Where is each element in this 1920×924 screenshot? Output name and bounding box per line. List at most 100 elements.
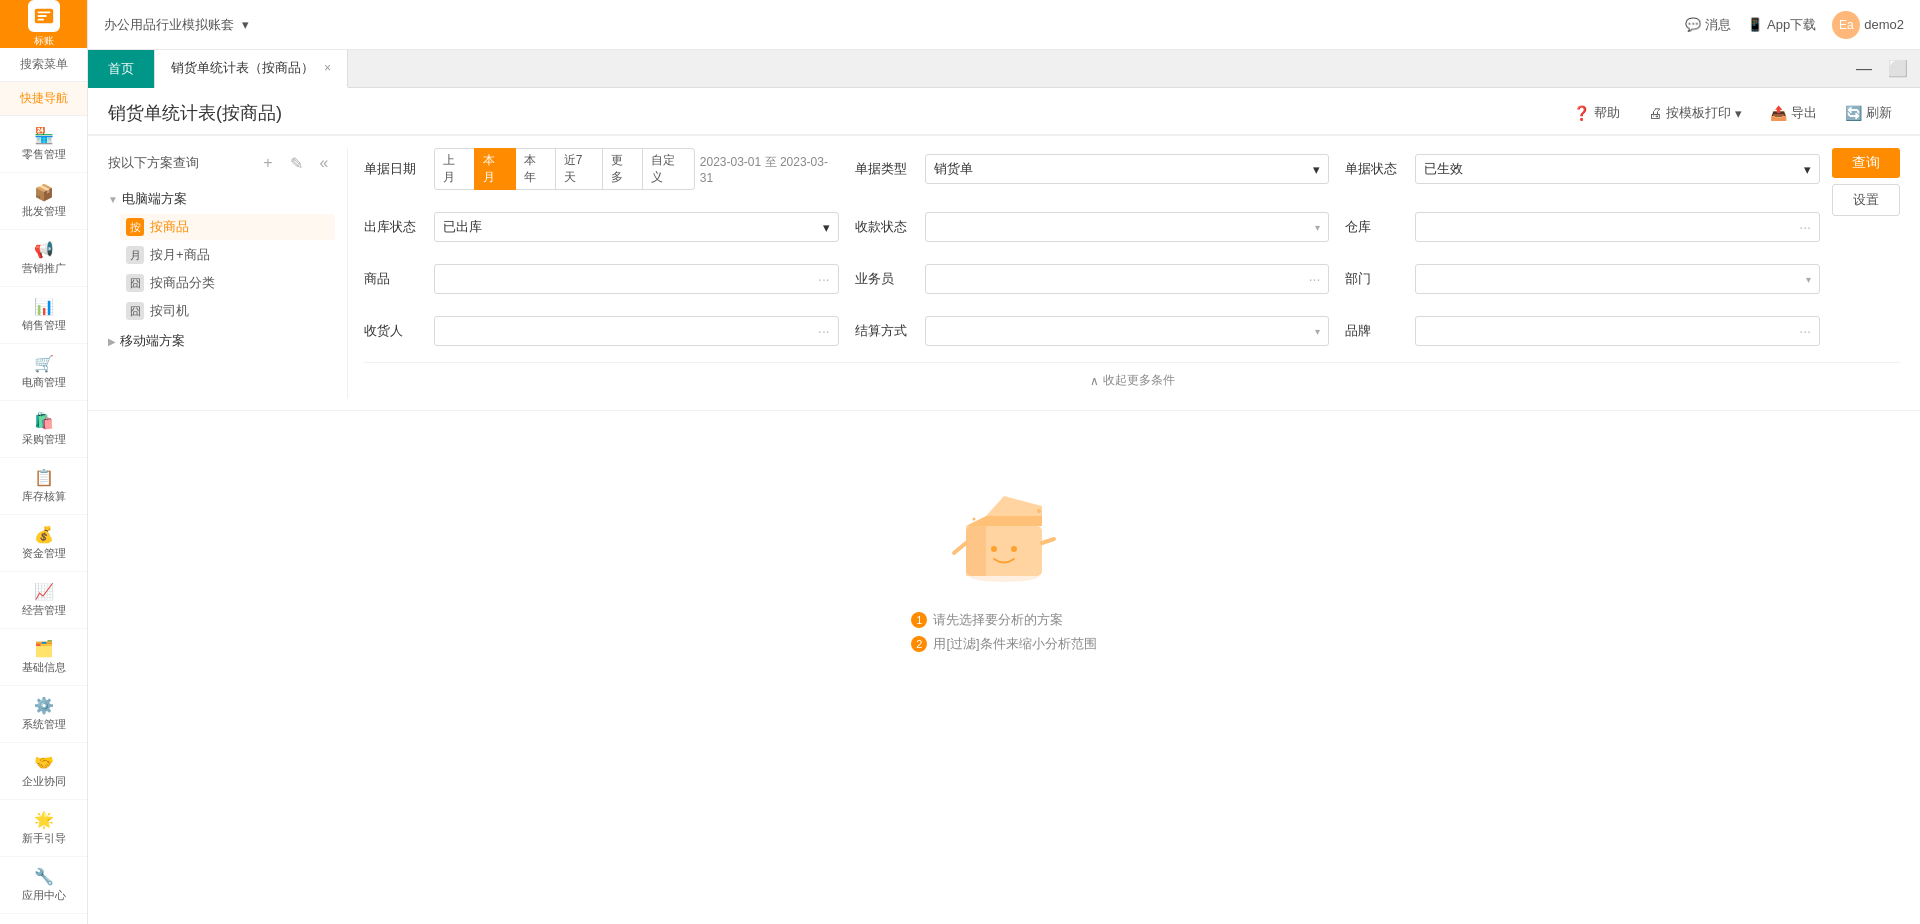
receiver-dots-icon[interactable]: ··· bbox=[818, 323, 830, 339]
doc-status-label: 单据状态 bbox=[1345, 160, 1415, 178]
payment-input[interactable]: ▾ bbox=[925, 316, 1330, 346]
message-btn[interactable]: 💬 消息 bbox=[1685, 16, 1731, 34]
brand-input[interactable]: ··· bbox=[1415, 316, 1820, 346]
logo-area[interactable]: 标账 bbox=[0, 0, 87, 48]
sidebar-item-8[interactable]: 📈经营管理 bbox=[0, 572, 87, 629]
filter-layout: 按以下方案查询 + ✎ « ▼ 电脑端方案 bbox=[108, 148, 1900, 398]
filter-item-doc-type: 单据类型 销货单 ▾ bbox=[855, 154, 1330, 184]
left-panel-title: 按以下方案查询 bbox=[108, 154, 199, 172]
sidebar-item-icon-4: 🛒 bbox=[34, 354, 54, 373]
plan-section-desktop-header[interactable]: ▼ 电脑端方案 bbox=[108, 186, 335, 212]
user-area[interactable]: Ea demo2 bbox=[1832, 11, 1904, 39]
date-tab-7days[interactable]: 近7天 bbox=[555, 148, 603, 190]
sidebar-item-icon-10: ⚙️ bbox=[34, 696, 54, 715]
refresh-label: 刷新 bbox=[1866, 104, 1892, 122]
print-dropdown-icon[interactable]: ▾ bbox=[1735, 106, 1742, 121]
help-btn[interactable]: ❓ 帮助 bbox=[1565, 100, 1628, 126]
filter-row-4: 收货人 ··· bbox=[364, 316, 1820, 346]
filter-item-receipt-status: 收款状态 ▾ bbox=[855, 212, 1330, 242]
sidebar-item-3[interactable]: 📊 销售管理 bbox=[0, 287, 87, 344]
app-download-btn[interactable]: 📱 App下载 bbox=[1747, 16, 1816, 34]
out-status-dropdown-icon: ▾ bbox=[823, 220, 830, 235]
sidebar-item-13[interactable]: 🔧应用中心 bbox=[0, 857, 87, 914]
salesperson-dots-icon[interactable]: ··· bbox=[1309, 271, 1321, 287]
tab-active[interactable]: 销货单统计表（按商品） × bbox=[155, 50, 348, 88]
sidebar-item-9[interactable]: 🗂️基础信息 bbox=[0, 629, 87, 686]
user-name: demo2 bbox=[1864, 17, 1904, 32]
doc-type-select[interactable]: 销货单 ▾ bbox=[925, 154, 1330, 184]
warehouse-dots-icon[interactable]: ··· bbox=[1799, 219, 1811, 235]
date-tab-this-month[interactable]: 本月 bbox=[474, 148, 515, 190]
edit-plan-icon[interactable]: ✎ bbox=[285, 152, 307, 174]
hint-text-2: 用[过滤]条件来缩小分析范围 bbox=[933, 635, 1096, 653]
plan-item-label: 按商品分类 bbox=[150, 274, 215, 292]
export-btn[interactable]: 📤 导出 bbox=[1762, 100, 1825, 126]
plan-item-by-category[interactable]: 囧 按商品分类 bbox=[120, 270, 335, 296]
quick-nav[interactable]: 快捷导航 bbox=[0, 82, 87, 116]
filter-item-department: 部门 ▾ bbox=[1345, 264, 1820, 294]
sidebar-item-4[interactable]: 🛒 电商管理 bbox=[0, 344, 87, 401]
date-tabs: 上月 本月 本年 近7天 更多 自定义 bbox=[434, 148, 694, 190]
collapse-panel-icon[interactable]: « bbox=[313, 152, 335, 174]
doc-type-label: 单据类型 bbox=[855, 160, 925, 178]
sidebar-item-label-4: 电商管理 bbox=[22, 375, 66, 390]
sidebar-item-12[interactable]: 🌟新手引导 bbox=[0, 800, 87, 857]
salesperson-input[interactable]: ··· bbox=[925, 264, 1330, 294]
goods-label: 商品 bbox=[364, 270, 434, 288]
goods-dots-icon[interactable]: ··· bbox=[818, 271, 830, 287]
doc-status-select[interactable]: 已生效 ▾ bbox=[1415, 154, 1820, 184]
sidebar-item-2[interactable]: 📢营销推广 bbox=[0, 230, 87, 287]
sidebar-item-icon-3: 📊 bbox=[34, 297, 54, 316]
tab-minimize-icon[interactable]: — bbox=[1850, 55, 1878, 83]
sidebar-item-7[interactable]: 💰资金管理 bbox=[0, 515, 87, 572]
out-status-select[interactable]: 已出库 ▾ bbox=[434, 212, 839, 242]
sidebar-item-14[interactable]: 💬企业微信 bbox=[0, 914, 87, 924]
brand-dots-icon[interactable]: ··· bbox=[1799, 323, 1811, 339]
dropdown-arrow-icon[interactable]: ▾ bbox=[242, 17, 249, 32]
date-tab-this-year[interactable]: 本年 bbox=[515, 148, 556, 190]
receiver-input[interactable]: ··· bbox=[434, 316, 839, 346]
plan-item-by-driver[interactable]: 囧 按司机 bbox=[120, 298, 335, 324]
sidebar-item-10[interactable]: ⚙️系统管理 bbox=[0, 686, 87, 743]
topbar-left[interactable]: 办公用品行业模拟账套 ▾ bbox=[104, 16, 249, 34]
section-arrow-icon: ▼ bbox=[108, 194, 118, 205]
warehouse-input[interactable]: ··· bbox=[1415, 212, 1820, 242]
tab-home[interactable]: 首页 bbox=[88, 50, 155, 88]
tab-restore-icon[interactable]: ⬜ bbox=[1884, 55, 1912, 83]
plan-item-by-month-goods[interactable]: 月 按月+商品 bbox=[120, 242, 335, 268]
sidebar-item-label-3: 销售管理 bbox=[22, 318, 66, 333]
settings-button[interactable]: 设置 bbox=[1832, 184, 1900, 216]
sidebar-item-5[interactable]: 🛍️采购管理 bbox=[0, 401, 87, 458]
department-input[interactable]: ▾ bbox=[1415, 264, 1820, 294]
plan-section-mobile: ▶ 移动端方案 bbox=[108, 328, 335, 354]
receipt-status-input[interactable]: ▾ bbox=[925, 212, 1330, 242]
sidebar-item-11[interactable]: 🤝企业协同 bbox=[0, 743, 87, 800]
tab-close-icon[interactable]: × bbox=[324, 61, 331, 75]
sidebar-search[interactable]: 搜索菜单 bbox=[0, 48, 87, 82]
section-label: 移动端方案 bbox=[120, 332, 185, 350]
date-tab-custom[interactable]: 自定义 bbox=[642, 148, 695, 190]
svg-point-8 bbox=[1011, 546, 1017, 552]
doc-type-control: 销货单 ▾ bbox=[925, 154, 1330, 184]
template-print-btn[interactable]: 🖨 按模板打印 ▾ bbox=[1640, 100, 1750, 126]
search-menu-label[interactable]: 搜索菜单 bbox=[20, 57, 68, 71]
sidebar-item-6[interactable]: 📋库存核算 bbox=[0, 458, 87, 515]
filter-item-goods: 商品 ··· bbox=[364, 264, 839, 294]
query-button[interactable]: 查询 bbox=[1832, 148, 1900, 178]
out-status-control: 已出库 ▾ bbox=[434, 212, 839, 242]
date-tab-last-month[interactable]: 上月 bbox=[434, 148, 475, 190]
sidebar-item-1[interactable]: 📦批发管理 bbox=[0, 173, 87, 230]
sidebar-item-0[interactable]: 🏪零售管理 bbox=[0, 116, 87, 173]
plan-section-mobile-header[interactable]: ▶ 移动端方案 bbox=[108, 328, 335, 354]
sidebar-item-icon-0: 🏪 bbox=[34, 126, 54, 145]
goods-input[interactable]: ··· bbox=[434, 264, 839, 294]
plan-item-label: 按商品 bbox=[150, 218, 189, 236]
refresh-btn[interactable]: 🔄 刷新 bbox=[1837, 100, 1900, 126]
plan-item-by-goods[interactable]: 按 按商品 bbox=[120, 214, 335, 240]
out-status-label: 出库状态 bbox=[364, 218, 434, 236]
date-tab-more[interactable]: 更多 bbox=[602, 148, 643, 190]
receiver-label: 收货人 bbox=[364, 322, 434, 340]
add-plan-icon[interactable]: + bbox=[257, 152, 279, 174]
collapse-btn[interactable]: ∧ 收起更多条件 bbox=[1078, 369, 1187, 392]
export-label: 导出 bbox=[1791, 104, 1817, 122]
